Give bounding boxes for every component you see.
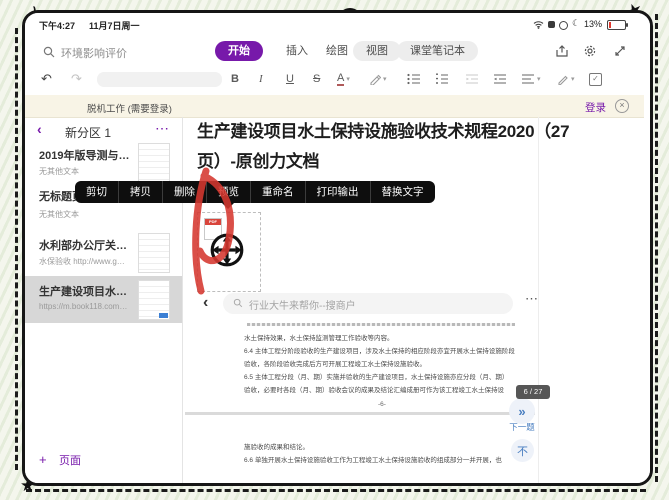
- embed-search-bar[interactable]: 行业大牛来帮你--搜商户: [223, 293, 513, 314]
- menu-print[interactable]: 打印输出: [304, 181, 370, 203]
- page-thumbnail: [138, 233, 170, 273]
- search-icon[interactable]: [43, 46, 55, 58]
- tab-view[interactable]: 视图: [353, 41, 401, 61]
- bullet-list-icon[interactable]: [407, 65, 421, 93]
- search-input[interactable]: 环境影响评价: [61, 45, 127, 61]
- embed-search-placeholder: 行业大牛来帮你--搜商户: [249, 301, 356, 312]
- note-title-line1: 生产建设项目水土保持设施验收技术规程2020（27: [197, 122, 570, 141]
- page-count-badge: 6 / 27: [516, 385, 550, 399]
- alignment-button[interactable]: ▾: [521, 65, 541, 93]
- moon-icon: ☾: [572, 18, 581, 28]
- fullscreen-icon[interactable]: [613, 44, 627, 58]
- context-menu: 剪切 拷贝 删除 预览 重命名 打印输出 替换文字: [75, 181, 435, 209]
- plus-icon: +: [39, 452, 47, 467]
- status-time: 下午4:27: [39, 21, 76, 31]
- page-thumbnail: [138, 280, 170, 320]
- menu-copy[interactable]: 拷贝: [118, 181, 162, 203]
- screenshot-frame: 下午4:27 11月7日周一 ☾ 13% 环境影响评价 开始 插入 绘图 视图 …: [22, 10, 653, 486]
- battery-percent: 13%: [584, 19, 603, 29]
- blurred-text-line: [247, 323, 515, 326]
- redo-icon[interactable]: ↷: [71, 65, 82, 93]
- next-page-label: 下一题: [509, 422, 535, 432]
- pdf-label: PDF: [205, 219, 221, 225]
- bottom-dashed-border: [26, 489, 646, 492]
- float-action-button[interactable]: 不: [511, 439, 534, 462]
- login-link[interactable]: 登录: [585, 100, 606, 115]
- tab-home[interactable]: 开始: [215, 41, 263, 61]
- undo-icon[interactable]: ↶: [41, 65, 52, 93]
- alarm-icon: [559, 21, 568, 30]
- left-dashed-border: [15, 28, 18, 470]
- todo-checkbox-icon[interactable]: ✓: [589, 65, 602, 93]
- embed-back-icon[interactable]: ‹: [203, 294, 208, 312]
- doc-paragraph: 水土保持效果，水土保持监测管理工作验收等内容。: [244, 335, 394, 342]
- offline-banner-text: 脱机工作 (需要登录): [87, 104, 172, 115]
- indent-icon[interactable]: [493, 65, 507, 93]
- sidebar-section-title: 新分区 1: [65, 126, 112, 140]
- page-break-divider: [185, 412, 535, 415]
- sidebar-item-title: 2019年版导测与…: [39, 150, 130, 162]
- sidebar-item-title: 水利部办公厅关…: [39, 240, 127, 252]
- sidebar-divider: [182, 117, 183, 483]
- underline-button[interactable]: U: [286, 65, 294, 93]
- sidebar-back-icon[interactable]: ‹: [37, 121, 42, 137]
- bold-button[interactable]: B: [231, 65, 239, 93]
- tablet-screen: 下午4:27 11月7日周一 ☾ 13% 环境影响评价 开始 插入 绘图 视图 …: [25, 13, 650, 483]
- screen-record-icon: [548, 21, 555, 28]
- pen-style-button[interactable]: ▾: [557, 65, 575, 93]
- font-color-button[interactable]: A ▾: [337, 65, 350, 93]
- add-page-label: 页面: [59, 455, 82, 467]
- add-page-button[interactable]: + 页面: [39, 451, 81, 469]
- page-thumbnail: [138, 143, 170, 183]
- context-menu-pointer: [222, 203, 234, 209]
- doc-paragraph: 施验收的成果和结论。: [244, 444, 309, 451]
- status-date: 11月7日周一: [89, 21, 140, 31]
- strikethrough-button[interactable]: S: [313, 65, 320, 93]
- doc-paragraph: 6.5 主体工程分段（月、期）实施并验收的生产建设项目，水土保持设施亦应分段（月…: [244, 374, 509, 381]
- font-selector[interactable]: [97, 72, 222, 87]
- italic-button[interactable]: I: [259, 65, 263, 93]
- highlighter-button[interactable]: ▾: [369, 65, 387, 93]
- sidebar-item-subtitle: 无其他文本: [39, 210, 79, 219]
- share-icon[interactable]: [555, 44, 569, 58]
- doc-paragraph: 6.4 主体工程分阶段验收的生产建设项目，涉及水土保持的相应阶段亦宜开展水土保持…: [244, 348, 515, 355]
- font-color-letter: A: [337, 71, 345, 86]
- embed-search-icon: [233, 298, 243, 308]
- outdent-icon[interactable]: [465, 65, 479, 93]
- menu-cut[interactable]: 剪切: [75, 181, 118, 203]
- sidebar-item-4-selected[interactable]: 生产建设项目水… https://m.book118.com…: [25, 276, 182, 323]
- embed-more-icon[interactable]: ⋯: [525, 291, 539, 307]
- doc-page-number: -6-: [378, 401, 386, 408]
- tab-class-notebook[interactable]: 课堂笔记本: [397, 41, 478, 61]
- numbered-list-icon[interactable]: [435, 65, 449, 93]
- banner-close-icon[interactable]: ×: [615, 99, 629, 113]
- move-handle-icon[interactable]: [208, 231, 246, 269]
- sidebar-item-subtitle: https://m.book118.com…: [39, 302, 128, 311]
- sidebar-item-subtitle: 无其他文本: [39, 167, 79, 176]
- doc-paragraph: 验收，各阶段验收完成后方可开展工程竣工水土保持设施验收。: [244, 361, 426, 368]
- sidebar-item-title: 生产建设项目水…: [39, 286, 127, 298]
- sidebar-more-icon[interactable]: ⋯: [155, 120, 169, 137]
- doc-paragraph: 6.6 单独开展水土保持设施验收工作为工程竣工水土保持设施验收的组成部分一并开展…: [244, 457, 502, 464]
- settings-gear-icon[interactable]: [583, 44, 597, 58]
- right-dashed-border: [655, 14, 658, 482]
- sidebar-item-3[interactable]: 水利部办公厅关… 水保验收 http://www.g…: [25, 231, 182, 276]
- menu-delete[interactable]: 删除: [162, 181, 206, 203]
- wifi-icon: [533, 20, 544, 29]
- menu-rename[interactable]: 重命名: [250, 181, 305, 203]
- sidebar-item-1[interactable]: 2019年版导测与… 无其他文本: [25, 141, 182, 186]
- note-title-line2: 页）-原创力文档: [197, 152, 320, 171]
- sidebar-item-subtitle: 水保验收 http://www.g…: [39, 257, 125, 266]
- menu-replace-text[interactable]: 替换文字: [369, 181, 435, 203]
- doc-paragraph: 验收，必要时各段（月、期）验收会议的成果及结论汇编成册可作为该工程竣工水土保持设: [244, 387, 504, 394]
- menu-preview[interactable]: 预览: [206, 181, 250, 203]
- battery-icon: [607, 20, 628, 30]
